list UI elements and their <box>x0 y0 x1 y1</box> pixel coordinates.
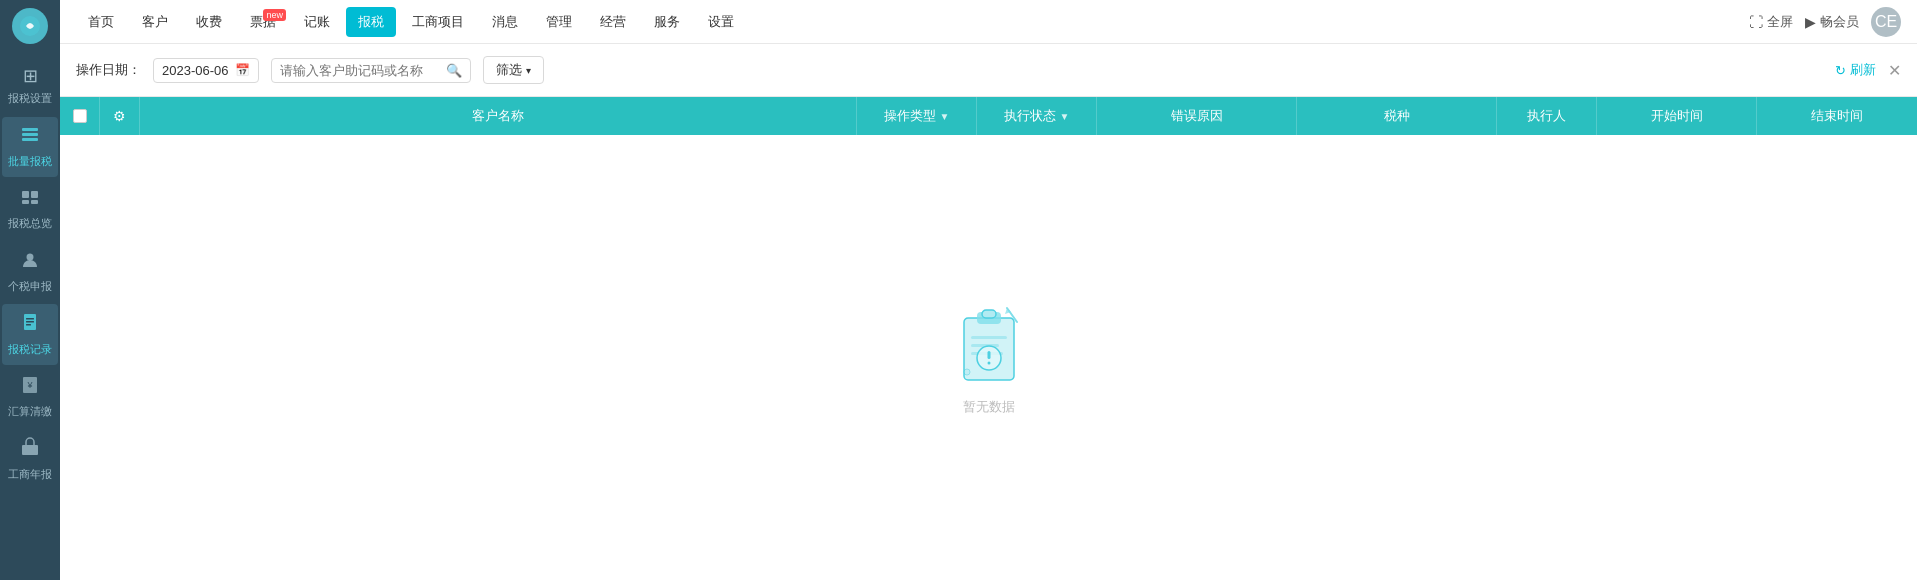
sort-icon: ▼ <box>1060 111 1070 122</box>
nav-guanli[interactable]: 管理 <box>534 7 584 37</box>
empty-illustration <box>949 300 1029 390</box>
overview-icon <box>20 187 40 214</box>
th-settings: ⚙ <box>100 97 140 135</box>
search-box[interactable]: 🔍 <box>271 58 471 83</box>
th-exec-status[interactable]: 执行状态 ▼ <box>977 97 1097 135</box>
search-input[interactable] <box>280 63 440 78</box>
empty-state: 暂无数据 <box>949 300 1029 416</box>
chevron-down-icon: ▾ <box>526 65 531 76</box>
svg-rect-2 <box>22 133 38 136</box>
record-icon <box>20 312 40 339</box>
close-button[interactable]: ✕ <box>1888 61 1901 80</box>
svg-text:¥: ¥ <box>26 380 33 390</box>
data-table: ⚙ 客户名称 操作类型 ▼ 执行状态 ▼ 错误原因 税种 <box>60 97 1917 580</box>
svg-rect-11 <box>26 321 34 323</box>
nav-gongshang[interactable]: 工商项目 <box>400 7 476 37</box>
tax-calc-icon: ¥ <box>20 375 40 402</box>
fullscreen-button[interactable]: ⛶ 全屏 <box>1749 13 1793 31</box>
th-tax-type: 税种 <box>1297 97 1497 135</box>
date-value: 2023-06-06 <box>162 63 229 78</box>
sidebar-item-geshuishenb[interactable]: 个税申报 <box>2 242 58 303</box>
nav-shezhi[interactable]: 设置 <box>696 7 746 37</box>
nav-fuwu[interactable]: 服务 <box>642 7 692 37</box>
svg-rect-25 <box>987 351 990 359</box>
content-area: 操作日期： 2023-06-06 📅 🔍 筛选 ▾ ↻ 刷新 ✕ <box>60 44 1917 580</box>
sidebar: ⊞ 报税设置 批量报税 报税总览 <box>0 0 60 580</box>
th-operation-type[interactable]: 操作类型 ▼ <box>857 97 977 135</box>
sidebar-item-baoshui-shezhi[interactable]: ⊞ 报税设置 <box>2 56 58 115</box>
filter-label: 筛选 <box>496 61 522 79</box>
batch-icon <box>20 125 40 152</box>
nav-xiaoxi[interactable]: 消息 <box>480 7 530 37</box>
th-end-time: 结束时间 <box>1757 97 1917 135</box>
table-body: 暂无数据 <box>60 135 1917 580</box>
svg-rect-20 <box>971 336 1007 339</box>
sidebar-item-huisuan-jiaona[interactable]: ¥ 汇算清缴 <box>2 367 58 428</box>
filter-button[interactable]: 筛选 ▾ <box>483 56 544 84</box>
svg-rect-7 <box>31 200 38 204</box>
top-nav-right: ⛶ 全屏 ▶ 畅会员 CE <box>1749 7 1901 37</box>
svg-rect-4 <box>22 191 29 198</box>
table-header: ⚙ 客户名称 操作类型 ▼ 执行状态 ▼ 错误原因 税种 <box>60 97 1917 135</box>
svg-point-8 <box>27 253 34 260</box>
refresh-icon: ↻ <box>1835 63 1846 78</box>
sidebar-item-gongshanng-nianbao[interactable]: 工商年报 <box>2 429 58 490</box>
sidebar-item-baoshui-jilu[interactable]: 报税记录 <box>2 304 58 365</box>
svg-rect-6 <box>22 200 29 204</box>
svg-rect-1 <box>22 128 38 131</box>
sidebar-item-baoshui-zonglam[interactable]: 报税总览 <box>2 179 58 240</box>
empty-text: 暂无数据 <box>963 398 1015 416</box>
th-executor: 执行人 <box>1497 97 1597 135</box>
refresh-button[interactable]: ↻ 刷新 <box>1835 61 1876 79</box>
svg-rect-12 <box>26 324 31 326</box>
svg-rect-5 <box>31 191 38 198</box>
annual-report-icon <box>20 437 40 464</box>
nav-baoshui[interactable]: 报税 <box>346 7 396 37</box>
th-checkbox[interactable] <box>60 97 100 135</box>
avatar[interactable]: CE <box>1871 7 1901 37</box>
nav-shouye[interactable]: 首页 <box>76 7 126 37</box>
nav-jizhang[interactable]: 记账 <box>292 7 342 37</box>
person-icon <box>20 250 40 277</box>
select-all-checkbox[interactable] <box>73 109 87 123</box>
fullscreen-icon: ⛶ <box>1749 14 1763 30</box>
toolbar: 操作日期： 2023-06-06 📅 🔍 筛选 ▾ ↻ 刷新 ✕ <box>60 44 1917 97</box>
calendar-icon: 📅 <box>235 63 250 77</box>
vip-button[interactable]: ▶ 畅会员 <box>1805 13 1859 31</box>
toolbar-right: ↻ 刷新 ✕ <box>1835 61 1901 80</box>
nav-items: 首页 客户 收费 票据 new 记账 报税 工商项目 消息 管理 经营 服务 设… <box>76 7 1749 37</box>
svg-rect-19 <box>982 310 996 318</box>
sort-icon: ▼ <box>940 111 950 122</box>
svg-rect-3 <box>22 138 38 141</box>
sidebar-item-piliang-baoshui[interactable]: 批量报税 <box>2 117 58 178</box>
date-picker[interactable]: 2023-06-06 📅 <box>153 58 259 83</box>
search-icon: 🔍 <box>446 63 462 78</box>
svg-rect-15 <box>22 445 38 455</box>
nav-piaoju[interactable]: 票据 new <box>238 7 288 37</box>
settings-icon: ⊞ <box>23 64 38 89</box>
nav-kehu[interactable]: 客户 <box>130 7 180 37</box>
top-navigation: 首页 客户 收费 票据 new 记账 报税 工商项目 消息 管理 经营 服务 设… <box>60 0 1917 44</box>
main-area: 首页 客户 收费 票据 new 记账 报税 工商项目 消息 管理 经营 服务 设… <box>60 0 1917 580</box>
th-error-reason: 错误原因 <box>1097 97 1297 135</box>
svg-point-26 <box>987 361 990 364</box>
app-logo[interactable] <box>12 8 48 44</box>
th-customer-name: 客户名称 <box>140 97 857 135</box>
vip-icon: ▶ <box>1805 14 1816 30</box>
new-badge: new <box>263 9 286 21</box>
nav-shoufei[interactable]: 收费 <box>184 7 234 37</box>
gear-icon[interactable]: ⚙ <box>113 108 126 124</box>
th-start-time: 开始时间 <box>1597 97 1757 135</box>
nav-jingying[interactable]: 经营 <box>588 7 638 37</box>
svg-point-29 <box>964 369 970 375</box>
date-label: 操作日期： <box>76 61 141 79</box>
svg-rect-10 <box>26 318 34 320</box>
